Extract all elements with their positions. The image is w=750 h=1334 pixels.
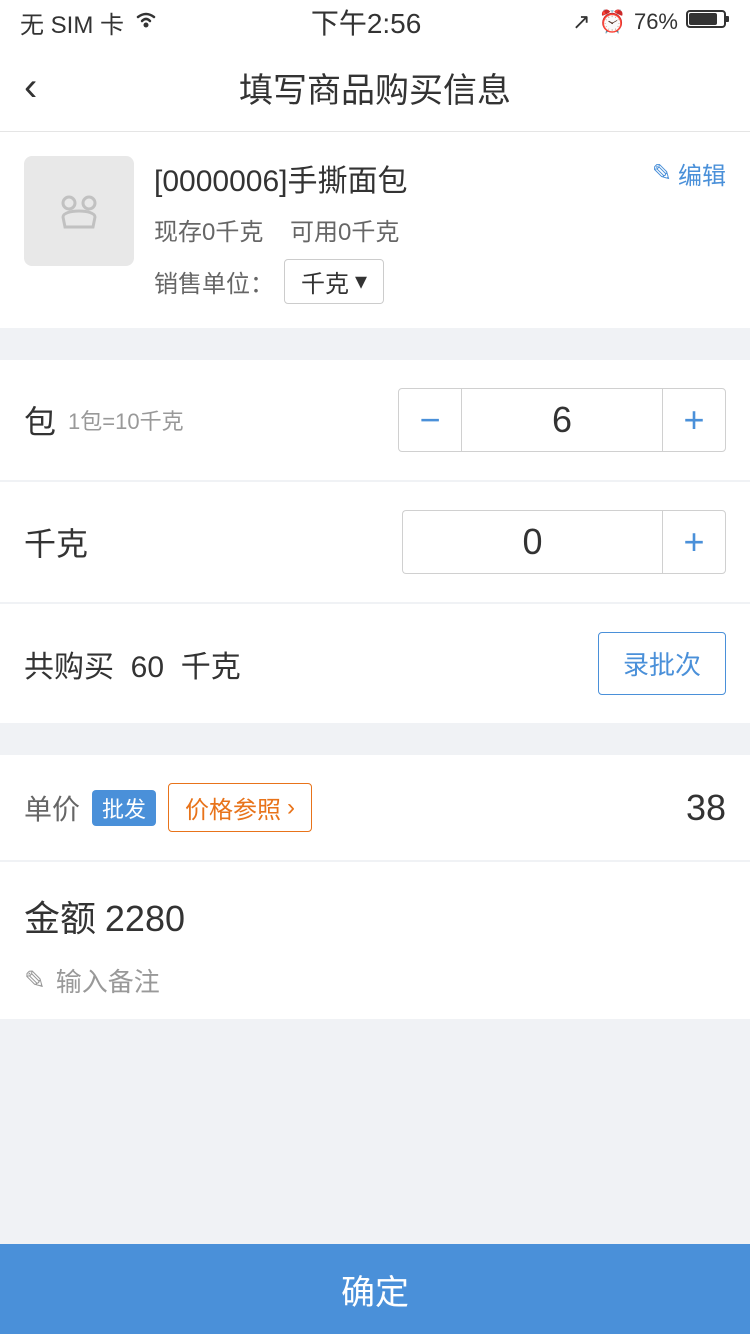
package-qty-input[interactable] (462, 388, 662, 452)
chevron-right-icon: › (287, 794, 295, 822)
status-left: 无 SIM 卡 (20, 5, 160, 40)
total-text: 共购买 60 千克 (24, 642, 241, 686)
product-thumbnail (24, 156, 134, 266)
package-minus-button[interactable]: − (398, 388, 462, 452)
confirm-button[interactable]: 确定 (0, 1244, 750, 1334)
unit-selector[interactable]: 千克 ▾ (284, 259, 384, 304)
alarm-icon: ⏰ (599, 9, 626, 35)
package-qty-section: 包 1包=10千克 − + (0, 360, 750, 481)
status-bar: 无 SIM 卡 下午2:56 ↗ ⏰ 76% (0, 0, 750, 44)
price-value: 38 (686, 787, 726, 829)
edit-button[interactable]: ✎ 编辑 (652, 156, 726, 191)
kg-qty-section: 千克 + (0, 481, 750, 603)
price-section: 单价 批发 价格参照 › 38 (0, 755, 750, 860)
kg-qty-control: + (402, 510, 726, 574)
price-badge: 批发 (92, 790, 156, 826)
page-title: 填写商品购买信息 (239, 63, 511, 112)
product-stock: 现存0千克 可用0千克 (154, 212, 726, 247)
price-label: 单价 批发 价格参照 › (24, 783, 312, 832)
total-section: 共购买 60 千克 录批次 (0, 603, 750, 723)
kg-plus-button[interactable]: + (662, 510, 726, 574)
pencil-icon: ✎ (24, 965, 46, 996)
product-name: [0000006]手撕面包 (154, 156, 407, 200)
product-card: [0000006]手撕面包 ✎ 编辑 现存0千克 可用0千克 销售单位： 千克 … (0, 132, 750, 328)
divider-1 (0, 344, 750, 360)
price-ref-button[interactable]: 价格参照 › (168, 783, 312, 832)
note-row[interactable]: ✎ 输入备注 (24, 962, 726, 999)
battery-icon (686, 8, 730, 36)
package-qty-control: − + (398, 388, 726, 452)
status-right: ↗ ⏰ 76% (572, 8, 730, 36)
edit-icon: ✎ (652, 159, 672, 188)
amount-row: 金额 2280 (24, 890, 726, 942)
dropdown-icon: ▾ (355, 267, 367, 296)
location-icon: ↗ (572, 9, 590, 35)
battery-percent: 76% (634, 9, 678, 35)
kg-label: 千克 (24, 519, 88, 565)
empty-area (0, 1019, 750, 1279)
divider-2 (0, 723, 750, 739)
note-placeholder: 输入备注 (56, 962, 160, 999)
record-batch-button[interactable]: 录批次 (598, 632, 726, 695)
wifi-icon (132, 8, 160, 36)
sim-status: 无 SIM 卡 (20, 5, 124, 40)
product-unit: 销售单位： 千克 ▾ (154, 259, 726, 304)
amount-section: 金额 2280 ✎ 输入备注 (0, 862, 750, 1019)
product-info: [0000006]手撕面包 ✎ 编辑 现存0千克 可用0千克 销售单位： 千克 … (154, 156, 726, 304)
nav-bar: ‹ 填写商品购买信息 (0, 44, 750, 132)
package-plus-button[interactable]: + (662, 388, 726, 452)
status-time: 下午2:56 (311, 2, 422, 42)
back-button[interactable]: ‹ (24, 65, 37, 110)
package-label: 包 1包=10千克 (24, 397, 184, 443)
kg-qty-input[interactable] (402, 510, 662, 574)
